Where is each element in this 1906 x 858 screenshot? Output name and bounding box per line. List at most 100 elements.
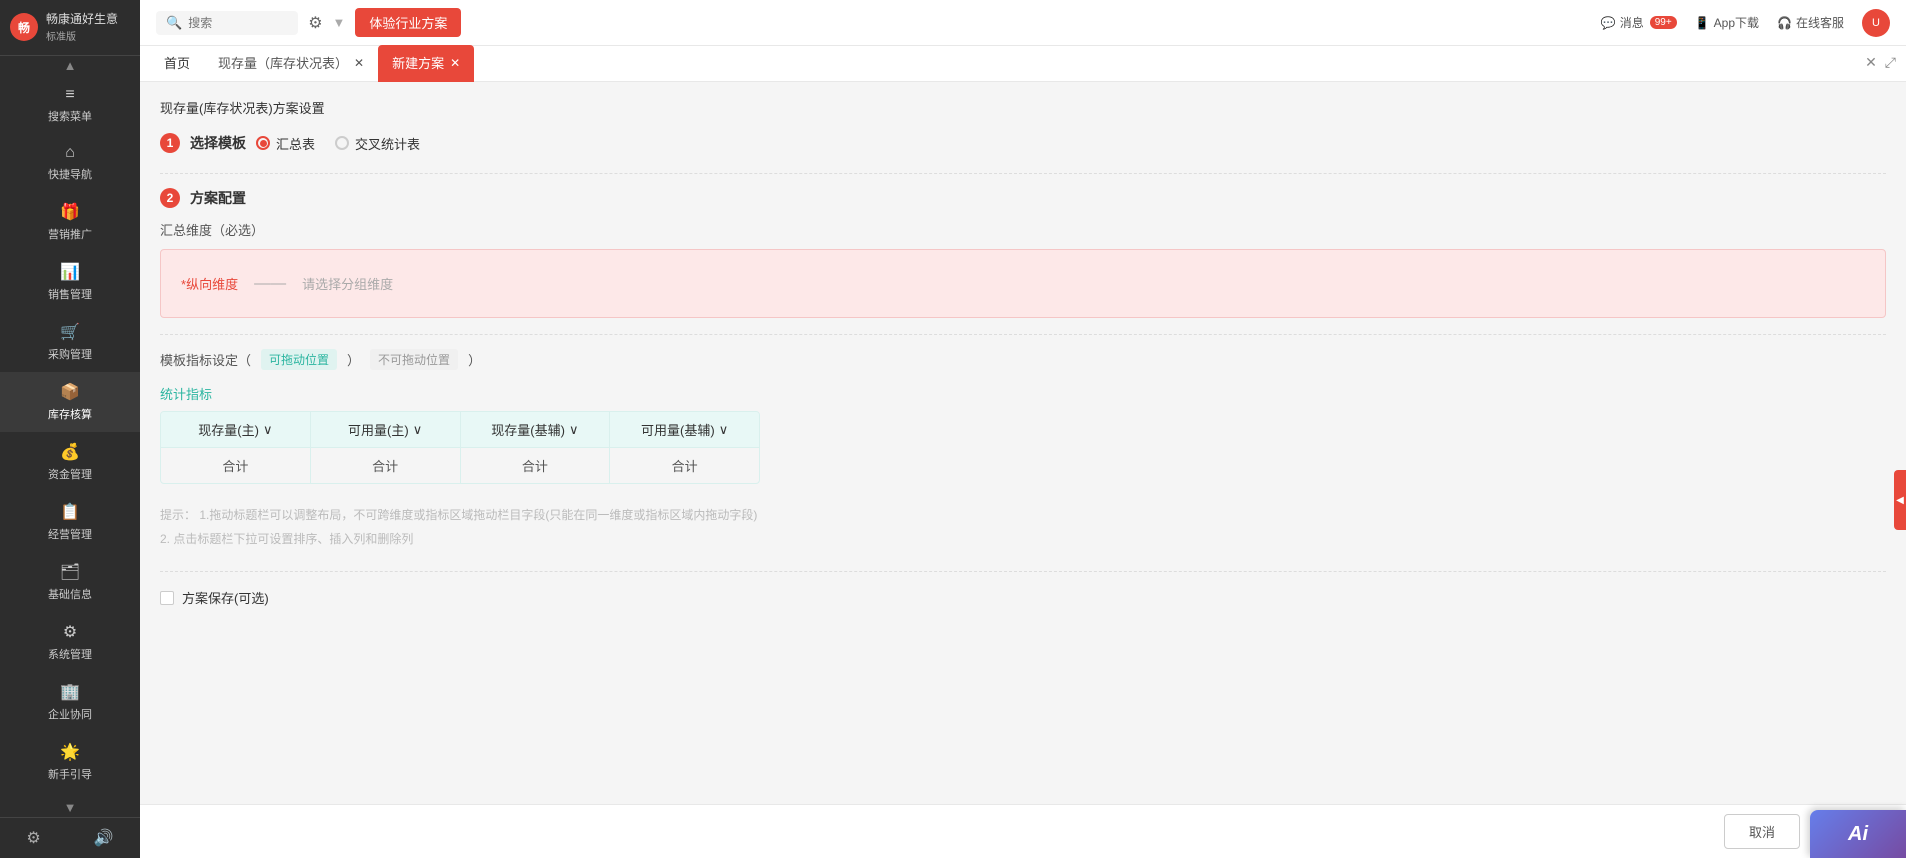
stats-col-2[interactable]: 可用量(主) ∨ bbox=[311, 412, 461, 447]
sidebar-item-base-info[interactable]: 🗂 基础信息 bbox=[0, 552, 140, 612]
sidebar-item-label: 采购管理 bbox=[48, 346, 92, 362]
sidebar-item-inventory[interactable]: 📦 库存核算 bbox=[0, 372, 140, 432]
stats-table: 现存量(主) ∨ 可用量(主) ∨ 现存量(基辅) ∨ bbox=[160, 411, 760, 484]
message-badge: 99+ bbox=[1650, 16, 1677, 29]
radio-cross-circle bbox=[335, 136, 349, 150]
sidebar-item-label: 销售管理 bbox=[48, 286, 92, 302]
template-radio-group: 汇总表 交叉统计表 bbox=[256, 134, 420, 153]
vertical-dim-label: *纵向维度 bbox=[181, 274, 238, 293]
radio-cross[interactable]: 交叉统计表 bbox=[335, 134, 420, 153]
quick-nav-icon: ⌂ bbox=[65, 144, 75, 162]
tag-draggable: 可拖动位置 bbox=[261, 349, 337, 370]
indicator-settings-label: 模板指标设定（ 可拖动位置 ） 不可拖动位置 ） bbox=[160, 349, 1886, 370]
sidebar-item-operation[interactable]: 📋 经营管理 bbox=[0, 492, 140, 552]
header-dropdown-icon[interactable]: ▼ bbox=[333, 15, 346, 30]
sidebar-scroll-up[interactable]: ▲ bbox=[0, 56, 140, 76]
sidebar-item-new-guide[interactable]: 🌟 新手引导 bbox=[0, 732, 140, 792]
tab-home[interactable]: 首页 bbox=[150, 45, 204, 82]
footer: 取消 查询 bbox=[140, 804, 1906, 858]
sidebar-nav: ≡ 搜索菜单 ⌂ 快捷导航 🎁 营销推广 📊 销售管理 🛒 采购管理 📦 库存核… bbox=[0, 76, 140, 797]
header-search-box: 🔍 bbox=[156, 11, 298, 35]
tag-fixed: 不可拖动位置 bbox=[370, 349, 458, 370]
sidebar-item-label: 搜索菜单 bbox=[48, 108, 92, 124]
stats-col-3-dropdown-icon[interactable]: ∨ bbox=[569, 422, 579, 438]
stats-cell-3: 合计 bbox=[461, 447, 611, 483]
save-scheme-checkbox[interactable] bbox=[160, 591, 174, 605]
company-icon: 🏢 bbox=[60, 682, 80, 702]
online-service-button[interactable]: 🎧 在线客服 bbox=[1777, 14, 1844, 31]
stats-section: 统计指标 现存量(主) ∨ 可用量(主) ∨ bbox=[160, 384, 1886, 487]
sidebar-item-label: 企业协同 bbox=[48, 706, 92, 722]
panel-expand-icon[interactable]: ⤢ bbox=[1885, 54, 1896, 71]
app-download-button[interactable]: 📱 App下载 bbox=[1695, 14, 1759, 31]
indicator-paren: ） bbox=[347, 350, 360, 369]
tab-inventory-close-icon[interactable]: ✕ bbox=[354, 56, 364, 70]
tab-new-scheme-close-icon[interactable]: ✕ bbox=[450, 56, 460, 70]
radio-summary-circle bbox=[256, 136, 270, 150]
sidebar-settings-icon[interactable]: ⚙ bbox=[26, 828, 40, 848]
step-2-badge: 2 bbox=[160, 188, 180, 208]
stats-body-row: 合计 合计 合计 合计 bbox=[161, 447, 759, 483]
cancel-button[interactable]: 取消 bbox=[1724, 814, 1800, 849]
ai-label: Ai bbox=[1848, 823, 1868, 846]
radio-summary[interactable]: 汇总表 bbox=[256, 134, 315, 153]
sidebar-scroll-down[interactable]: ▼ bbox=[0, 797, 140, 817]
message-icon: 💬 bbox=[1601, 16, 1616, 30]
sidebar-item-system[interactable]: ⚙ 系统管理 bbox=[0, 612, 140, 672]
summary-dim-label: 汇总维度（必选） bbox=[160, 220, 1886, 239]
stats-col-1[interactable]: 现存量(主) ∨ bbox=[161, 412, 311, 447]
step-2-header: 2 方案配置 bbox=[160, 188, 1886, 208]
sidebar-item-label: 库存核算 bbox=[48, 406, 92, 422]
app-name: 畅康通好生意 bbox=[46, 12, 118, 28]
stats-col-1-label: 现存量(主) bbox=[198, 420, 259, 439]
page-title: 现存量(库存状况表)方案设置 bbox=[160, 98, 1886, 117]
message-button[interactable]: 💬 消息 99+ bbox=[1601, 14, 1677, 31]
trial-button[interactable]: 体验行业方案 bbox=[355, 8, 461, 37]
stats-col-2-dropdown-icon[interactable]: ∨ bbox=[413, 422, 423, 438]
tab-inventory-status[interactable]: 现存量（库存状况表） ✕ bbox=[204, 45, 378, 82]
system-icon: ⚙ bbox=[63, 622, 77, 642]
stats-col-4[interactable]: 可用量(基辅) ∨ bbox=[610, 412, 759, 447]
step-1-badge: 1 bbox=[160, 133, 180, 153]
sidebar-item-sales[interactable]: 📊 销售管理 bbox=[0, 252, 140, 312]
right-panel-toggle[interactable]: ◀ bbox=[1894, 470, 1906, 530]
sidebar-item-label: 资金管理 bbox=[48, 466, 92, 482]
user-avatar[interactable]: U bbox=[1862, 9, 1890, 37]
header-settings-icon[interactable]: ⚙ bbox=[308, 13, 322, 33]
radio-cross-label: 交叉统计表 bbox=[355, 134, 420, 153]
sidebar-item-label: 营销推广 bbox=[48, 226, 92, 242]
service-label: 在线客服 bbox=[1796, 14, 1844, 31]
purchase-icon: 🛒 bbox=[60, 322, 80, 342]
sidebar-item-search-menu[interactable]: ≡ 搜索菜单 bbox=[0, 76, 140, 134]
sales-icon: 📊 bbox=[60, 262, 80, 282]
tab-new-scheme[interactable]: 新建方案 ✕ bbox=[378, 45, 474, 82]
tab-inventory-label: 现存量（库存状况表） bbox=[218, 53, 348, 72]
vertical-dim-text: 纵向维度 bbox=[186, 277, 238, 292]
sidebar-item-quick-nav[interactable]: ⌂ 快捷导航 bbox=[0, 134, 140, 192]
save-scheme-label: 方案保存(可选) bbox=[182, 588, 269, 607]
vertical-dim-area[interactable]: *纵向维度 —— 请选择分组维度 bbox=[160, 249, 1886, 318]
sidebar-item-label: 快捷导航 bbox=[48, 166, 92, 182]
search-input[interactable] bbox=[188, 16, 288, 30]
stats-cell-4: 合计 bbox=[610, 447, 759, 483]
new-guide-icon: 🌟 bbox=[60, 742, 80, 762]
sidebar-item-company[interactable]: 🏢 企业协同 bbox=[0, 672, 140, 732]
sidebar-item-finance[interactable]: 💰 资金管理 bbox=[0, 432, 140, 492]
sidebar-item-label: 系统管理 bbox=[48, 646, 92, 662]
sidebar-sound-icon[interactable]: 🔊 bbox=[94, 828, 114, 848]
sidebar-item-label: 经营管理 bbox=[48, 526, 92, 542]
stats-col-3[interactable]: 现存量(基辅) ∨ bbox=[461, 412, 611, 447]
hint-2: 2. 点击标题栏下拉可设置排序、插入列和删除列 bbox=[160, 527, 1886, 551]
stats-header-row: 现存量(主) ∨ 可用量(主) ∨ 现存量(基辅) ∨ bbox=[161, 412, 759, 447]
stats-col-3-label: 现存量(基辅) bbox=[491, 420, 565, 439]
stats-col-4-dropdown-icon[interactable]: ∨ bbox=[719, 422, 729, 438]
base-info-icon: 🗂 bbox=[60, 562, 80, 582]
panel-close-icon[interactable]: ✕ bbox=[1865, 54, 1877, 71]
indicator-settings: 模板指标设定（ 可拖动位置 ） 不可拖动位置 ） bbox=[160, 349, 1886, 370]
sidebar-item-marketing[interactable]: 🎁 营销推广 bbox=[0, 192, 140, 252]
sidebar-item-purchase[interactable]: 🛒 采购管理 bbox=[0, 312, 140, 372]
stats-col-1-dropdown-icon[interactable]: ∨ bbox=[263, 422, 273, 438]
ai-float-button[interactable]: Ai bbox=[1810, 810, 1906, 858]
search-menu-icon: ≡ bbox=[65, 86, 74, 104]
tab-bar: 首页 现存量（库存状况表） ✕ 新建方案 ✕ ✕ ⤢ bbox=[140, 46, 1906, 82]
